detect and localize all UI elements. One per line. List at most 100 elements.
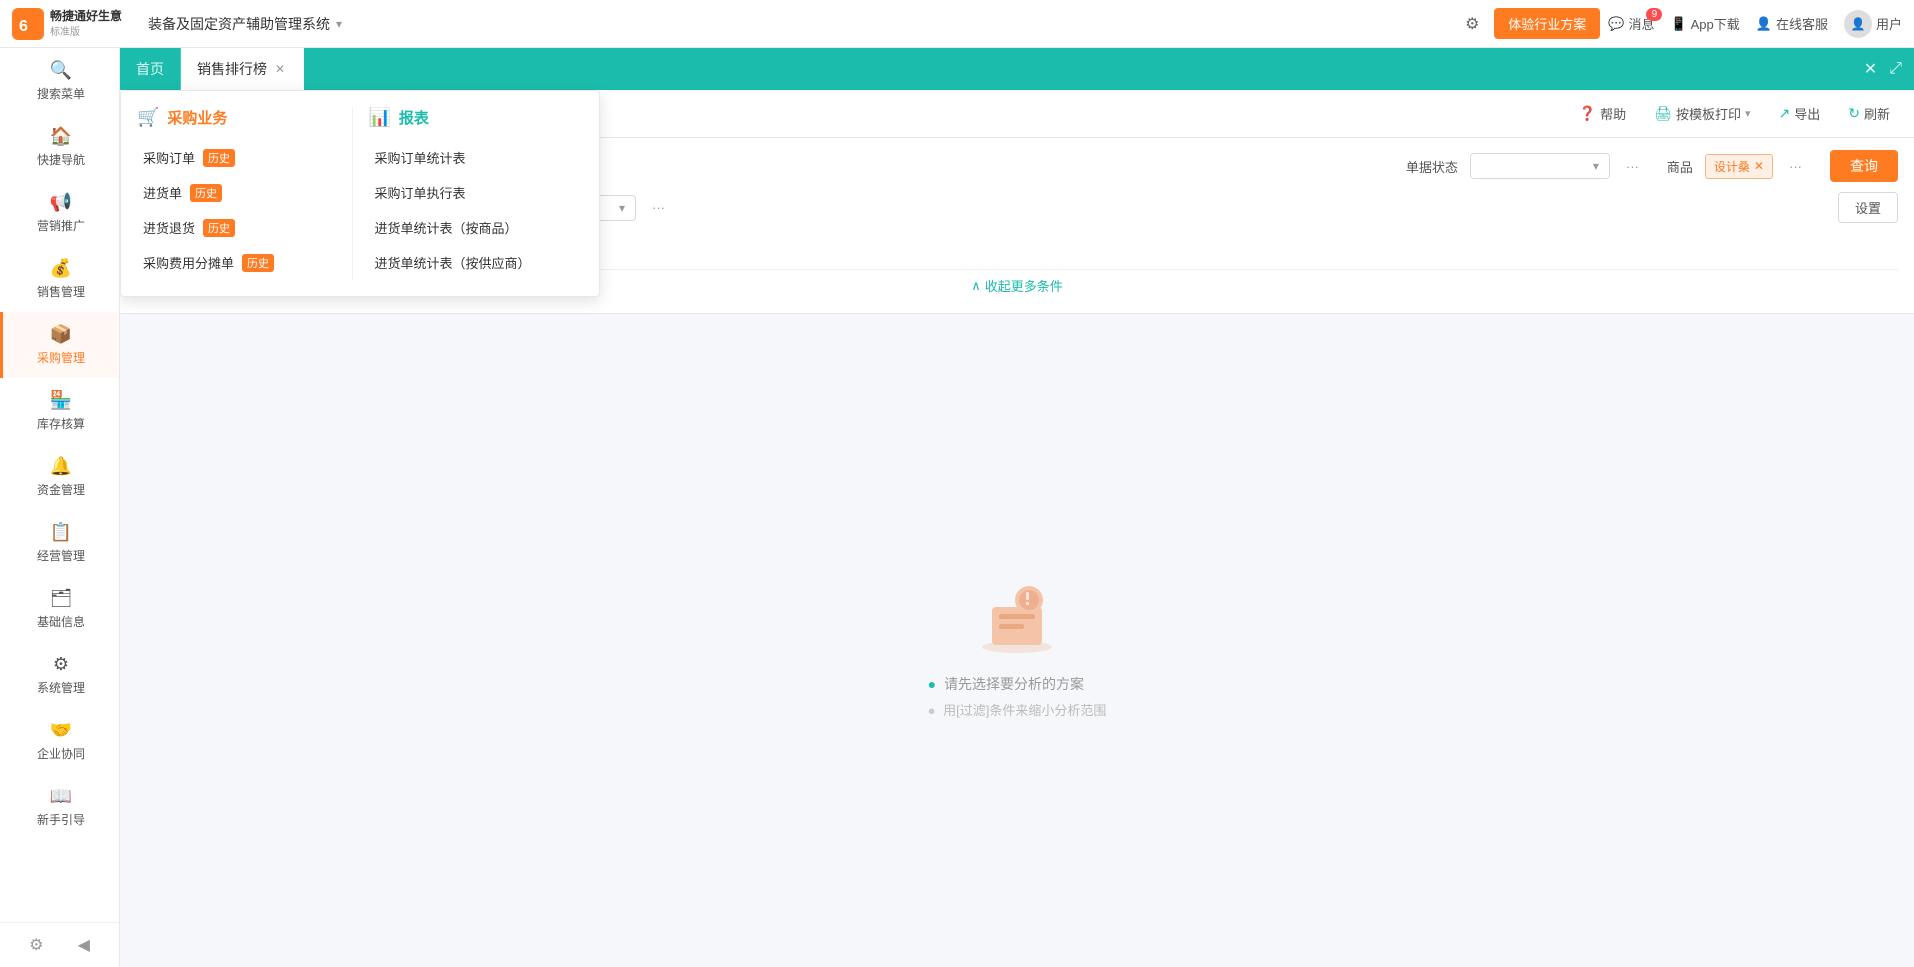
menu-item-purchase-order[interactable]: 采购订单 历史 xyxy=(137,140,352,175)
query-btn[interactable]: 查询 xyxy=(1830,150,1898,182)
message-badge: 9 xyxy=(1646,8,1662,21)
sidebar-label-sales: 销售管理 xyxy=(37,283,85,300)
sidebar-label-basic: 基础信息 xyxy=(37,613,85,630)
sidebar-item-sales[interactable]: 💰 销售管理 xyxy=(0,246,119,312)
menu-report-header: 📊 报表 xyxy=(369,107,584,128)
sidebar-item-guide[interactable]: 📖 新手引导 xyxy=(0,774,119,840)
incoming-label: 进货单 xyxy=(143,183,182,202)
help-btn[interactable]: ❓ 帮助 xyxy=(1571,100,1634,127)
online-service-btn[interactable]: 👤 在线客服 xyxy=(1756,14,1828,33)
inventory-icon: 🏪 xyxy=(50,390,72,411)
sidebar-item-operation[interactable]: 📋 经营管理 xyxy=(0,510,119,576)
print-icon: 🖨 xyxy=(1654,105,1672,122)
sidebar-item-marketing[interactable]: 📢 营销推广 xyxy=(0,180,119,246)
sidebar-label-enterprise: 企业协同 xyxy=(37,745,85,762)
sidebar-item-inventory[interactable]: 🏪 库存核算 xyxy=(0,378,119,444)
collapse-up-icon: ∧ xyxy=(971,278,981,294)
print-btn[interactable]: 🖨 按模板打印 ▾ xyxy=(1646,100,1758,127)
settings-icon-btn[interactable]: ⚙ xyxy=(1458,10,1486,38)
top-bar: 6 畅捷通好生意 标准版 装备及固定资产辅助管理系统 ▾ ⚙ 体验行业方案 💬 … xyxy=(0,0,1914,48)
order-stat-label: 采购订单统计表 xyxy=(375,148,466,167)
service-icon: 👤 xyxy=(1756,16,1772,32)
menu-item-incoming[interactable]: 进货单 历史 xyxy=(137,175,352,210)
industry-btn[interactable]: 体验行业方案 xyxy=(1494,8,1600,39)
export-btn[interactable]: ↗ 导出 xyxy=(1771,100,1829,127)
system-name-area: 装备及固定资产辅助管理系统 ▾ xyxy=(140,14,1450,34)
refresh-btn[interactable]: ↻ 刷新 xyxy=(1840,100,1898,127)
tab-sales-ranking[interactable]: 销售排行榜 ✕ xyxy=(181,48,304,90)
tab-close-icon[interactable]: ✕ xyxy=(273,60,287,78)
order-exec-label: 采购订单执行表 xyxy=(375,183,466,202)
order-status-more[interactable]: ··· xyxy=(1622,155,1643,178)
online-service-label: 在线客服 xyxy=(1776,14,1828,33)
salesperson-more[interactable]: ··· xyxy=(648,196,669,219)
sidebar-item-search[interactable]: 🔍 搜索菜单 xyxy=(0,48,119,114)
system-icon: ⚙ xyxy=(53,654,69,675)
goods-label: 商品 xyxy=(1667,157,1693,176)
svg-text:6: 6 xyxy=(19,18,28,35)
sidebar-item-quick[interactable]: 🏠 快捷导航 xyxy=(0,114,119,180)
guide-icon: 📖 xyxy=(50,786,72,807)
goods-tag: 设计桑 ✕ xyxy=(1705,154,1773,179)
menu-item-return[interactable]: 进货退货 历史 xyxy=(137,210,352,245)
system-name-text: 装备及固定资产辅助管理系统 xyxy=(148,14,330,34)
tab-close-window-icon[interactable]: ✕ xyxy=(1860,55,1881,83)
dropdown-menu: 🛒 采购业务 采购订单 历史 进货单 历史 进货退货 历史 xyxy=(120,90,600,297)
purchase-header-label: 采购业务 xyxy=(167,107,227,128)
message-btn[interactable]: 💬 消息 9 xyxy=(1608,14,1654,33)
menu-item-order-exec[interactable]: 采购订单执行表 xyxy=(369,175,584,210)
goods-tag-close[interactable]: ✕ xyxy=(1754,159,1764,173)
logo-icon: 6 xyxy=(12,8,44,40)
menu-item-expense[interactable]: 采购费用分摊单 历史 xyxy=(137,245,352,280)
sidebar-label-marketing: 营销推广 xyxy=(37,217,85,234)
export-label: 导出 xyxy=(1794,104,1820,123)
sidebar-item-purchase[interactable]: 📦 采购管理 xyxy=(0,312,119,378)
app-download-btn[interactable]: 📱 App下载 xyxy=(1670,14,1739,33)
logo-text-area: 畅捷通好生意 标准版 xyxy=(50,9,122,38)
report-header-label: 报表 xyxy=(399,107,429,128)
empty-hint1: ● 请先选择要分析的方案 xyxy=(928,674,1084,694)
menu-item-incoming-stat-goods[interactable]: 进货单统计表（按商品） xyxy=(369,210,584,245)
dropdown-overlay: 🛒 采购业务 采购订单 历史 进货单 历史 进货退货 历史 xyxy=(120,90,600,297)
sidebar-item-finance[interactable]: 🔔 资金管理 xyxy=(0,444,119,510)
tab-maximize-icon[interactable]: ⤢ xyxy=(1885,56,1906,82)
menu-item-incoming-stat-supplier[interactable]: 进货单统计表（按供应商） xyxy=(369,245,584,280)
sidebar: 🔍 搜索菜单 🏠 快捷导航 📢 营销推广 💰 销售管理 📦 采购管理 🏪 库存核… xyxy=(0,48,120,967)
goods-more[interactable]: ··· xyxy=(1785,155,1806,178)
sidebar-item-system[interactable]: ⚙ 系统管理 xyxy=(0,642,119,708)
sidebar-label-system: 系统管理 xyxy=(37,679,85,696)
empty-hint2: ● 用[过滤]条件来缩小分析范围 xyxy=(928,700,1107,719)
empty-state: ● 请先选择要分析的方案 ● 用[过滤]条件来缩小分析范围 xyxy=(120,314,1914,967)
export-icon: ↗ xyxy=(1779,105,1791,122)
sidebar-label-inventory: 库存核算 xyxy=(37,415,85,432)
sidebar-collapse-icon[interactable]: ◀ xyxy=(78,935,90,955)
operation-icon: 📋 xyxy=(50,522,72,543)
print-label: 按模板打印 xyxy=(1676,104,1741,123)
logo-main-text: 畅捷通好生意 xyxy=(50,9,122,23)
set-btn[interactable]: 设置 xyxy=(1838,192,1898,223)
sales-icon: 💰 xyxy=(50,258,72,279)
sidebar-item-basic[interactable]: 🗂 基础信息 xyxy=(0,576,119,642)
system-dropdown-arrow[interactable]: ▾ xyxy=(336,17,342,31)
sidebar-label-guide: 新手引导 xyxy=(37,811,85,828)
tab-home[interactable]: 首页 xyxy=(120,48,181,90)
sidebar-item-enterprise[interactable]: 🤝 企业协同 xyxy=(0,708,119,774)
sidebar-settings-icon[interactable]: ⚙ xyxy=(29,935,43,955)
empty-illustration xyxy=(967,562,1067,662)
user-label: 用户 xyxy=(1876,14,1902,33)
incoming-badge: 历史 xyxy=(190,184,222,202)
purchase-order-label: 采购订单 xyxy=(143,148,195,167)
sidebar-label-finance: 资金管理 xyxy=(37,481,85,498)
mobile-icon: 📱 xyxy=(1670,16,1686,32)
expense-label: 采购费用分摊单 xyxy=(143,253,234,272)
menu-item-order-stat[interactable]: 采购订单统计表 xyxy=(369,140,584,175)
order-status-select[interactable]: ▾ xyxy=(1470,153,1610,179)
sidebar-label-search: 搜索菜单 xyxy=(37,85,85,102)
marketing-icon: 📢 xyxy=(50,192,72,213)
home-icon: 🏠 xyxy=(50,126,72,147)
main-layout: 🔍 搜索菜单 🏠 快捷导航 📢 营销推广 💰 销售管理 📦 采购管理 🏪 库存核… xyxy=(0,48,1914,967)
tab-sales-ranking-label: 销售排行榜 xyxy=(197,59,267,79)
incoming-stat-goods-label: 进货单统计表（按商品） xyxy=(375,218,518,237)
user-btn[interactable]: 👤 用户 xyxy=(1844,10,1902,38)
print-dropdown-icon[interactable]: ▾ xyxy=(1745,107,1751,120)
